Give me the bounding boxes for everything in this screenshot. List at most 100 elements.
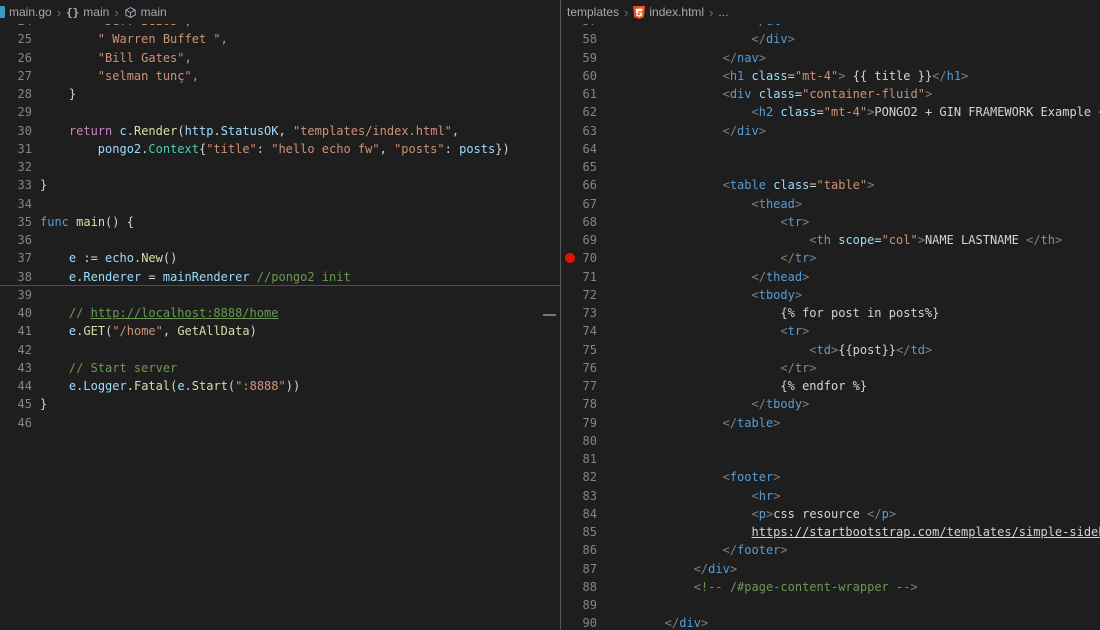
code-line-content[interactable]: // Start server (40, 359, 560, 377)
code-line-content[interactable]: <thead> (607, 195, 1100, 213)
code-line-content[interactable]: e.GET("/home", GetAllData) (40, 322, 560, 340)
line-number-gutter[interactable]: 41 (0, 322, 40, 340)
breadcrumb-item-collapsed[interactable]: ... (718, 5, 728, 19)
line-number-gutter[interactable]: 46 (0, 414, 40, 432)
code-line-content[interactable]: </div> (607, 560, 1100, 578)
code-line-content[interactable]: <tr> (607, 322, 1100, 340)
code-line-content[interactable]: // http://localhost:8888/home (40, 304, 560, 322)
code-line-content[interactable]: </div> (607, 30, 1100, 48)
code-line-content[interactable] (40, 158, 560, 176)
line-number-gutter[interactable]: 83 (561, 487, 607, 505)
line-number-gutter[interactable]: 78 (561, 395, 607, 413)
code-line-content[interactable]: <!-- /#page-content-wrapper --> (607, 578, 1100, 596)
code-line-content[interactable] (40, 231, 560, 249)
code-line-content[interactable]: <h2 class="mt-4">PONGO2 + GIN FRAMEWORK … (607, 103, 1100, 121)
line-number-gutter[interactable]: 84 (561, 505, 607, 523)
line-number-gutter[interactable]: 89 (561, 596, 607, 614)
line-number-gutter[interactable]: 71 (561, 268, 607, 286)
code-line-content[interactable]: } (40, 395, 560, 413)
code-line-content[interactable]: <p>css resource </p> (607, 505, 1100, 523)
code-line-content[interactable]: {% endfor %} (607, 377, 1100, 395)
line-number-gutter[interactable]: 88 (561, 578, 607, 596)
line-number-gutter[interactable]: 86 (561, 541, 607, 559)
code-line-content[interactable]: <h1 class="mt-4"> {{ title }}</h1> (607, 67, 1100, 85)
code-line-content[interactable]: } (40, 176, 560, 194)
line-number-gutter[interactable]: 90 (561, 614, 607, 630)
code-line-content[interactable]: <hr> (607, 487, 1100, 505)
breadcrumb-item-namespace[interactable]: {} main (66, 5, 109, 19)
breakpoint-icon[interactable] (565, 253, 575, 264)
code-line-content[interactable]: </nav> (607, 49, 1100, 67)
line-number-gutter[interactable]: 74 (561, 322, 607, 340)
code-line-content[interactable]: </table> (607, 414, 1100, 432)
code-line-content[interactable]: return c.Render(http.StatusOK, "template… (40, 122, 560, 140)
code-line-content[interactable]: "Bill Gates", (40, 49, 560, 67)
line-number-gutter[interactable]: 65 (561, 158, 607, 176)
code-line-content[interactable] (607, 158, 1100, 176)
code-editor-main-go[interactable]: 24 "Jeff Bezos",25 " Warren Buffet ",26 … (0, 12, 560, 432)
line-number-gutter[interactable]: 25 (0, 30, 40, 48)
code-line-content[interactable] (607, 596, 1100, 614)
line-number-gutter[interactable]: 43 (0, 359, 40, 377)
code-line-content[interactable]: <tbody> (607, 286, 1100, 304)
line-number-gutter[interactable]: 69 (561, 231, 607, 249)
code-line-content[interactable]: </div> (607, 614, 1100, 630)
line-number-gutter[interactable]: 72 (561, 286, 607, 304)
line-number-gutter[interactable]: 60 (561, 67, 607, 85)
code-line-content[interactable]: </footer> (607, 541, 1100, 559)
line-number-gutter[interactable]: 42 (0, 341, 40, 359)
code-line-content[interactable]: " Warren Buffet ", (40, 30, 560, 48)
line-number-gutter[interactable]: 77 (561, 377, 607, 395)
line-number-gutter[interactable]: 29 (0, 103, 40, 121)
code-line-content[interactable]: </div> (607, 122, 1100, 140)
code-line-content[interactable] (40, 341, 560, 359)
line-number-gutter[interactable]: 44 (0, 377, 40, 395)
line-number-gutter[interactable]: 58 (561, 30, 607, 48)
code-editor-index-html[interactable]: 57 </ul>58 </div>59 </nav>60 <h1 class="… (561, 12, 1100, 630)
breadcrumb-item-package[interactable]: main (124, 5, 167, 19)
code-line-content[interactable]: </tbody> (607, 395, 1100, 413)
line-number-gutter[interactable]: 79 (561, 414, 607, 432)
breadcrumb-item-file[interactable]: main.go (0, 5, 52, 19)
code-line-content[interactable]: e.Renderer = mainRenderer //pongo2 init (40, 268, 560, 286)
line-number-gutter[interactable]: 85 (561, 523, 607, 541)
line-number-gutter[interactable]: 38 (0, 268, 40, 286)
line-number-gutter[interactable]: 76 (561, 359, 607, 377)
line-number-gutter[interactable]: 73 (561, 304, 607, 322)
code-line-content[interactable] (40, 414, 560, 432)
line-number-gutter[interactable]: 68 (561, 213, 607, 231)
breadcrumb-item-file[interactable]: index.html (633, 5, 704, 19)
line-number-gutter[interactable]: 59 (561, 49, 607, 67)
line-number-gutter[interactable]: 87 (561, 560, 607, 578)
line-number-gutter[interactable]: 37 (0, 249, 40, 267)
line-number-gutter[interactable]: 39 (0, 286, 40, 304)
line-number-gutter[interactable]: 82 (561, 468, 607, 486)
code-line-content[interactable] (40, 286, 560, 304)
code-line-content[interactable]: https://startbootstrap.com/templates/sim… (607, 523, 1100, 541)
line-number-gutter[interactable]: 26 (0, 49, 40, 67)
line-number-gutter[interactable]: 32 (0, 158, 40, 176)
line-number-gutter[interactable]: 27 (0, 67, 40, 85)
line-number-gutter[interactable]: 61 (561, 85, 607, 103)
line-number-gutter[interactable]: 40 (0, 304, 40, 322)
code-line-content[interactable]: e := echo.New() (40, 249, 560, 267)
line-number-gutter[interactable]: 67 (561, 195, 607, 213)
code-line-content[interactable]: func main() { (40, 213, 560, 231)
code-line-content[interactable]: "selman tunç", (40, 67, 560, 85)
line-number-gutter[interactable]: 28 (0, 85, 40, 103)
line-number-gutter[interactable]: 35 (0, 213, 40, 231)
code-line-content[interactable]: {% for post in posts%} (607, 304, 1100, 322)
line-number-gutter[interactable]: 36 (0, 231, 40, 249)
line-number-gutter[interactable]: 30 (0, 122, 40, 140)
line-number-gutter[interactable]: 66 (561, 176, 607, 194)
code-line-content[interactable]: <td>{{post}}</td> (607, 341, 1100, 359)
code-line-content[interactable]: e.Logger.Fatal(e.Start(":8888")) (40, 377, 560, 395)
code-line-content[interactable] (607, 432, 1100, 450)
code-line-content[interactable]: <tr> (607, 213, 1100, 231)
code-line-content[interactable]: } (40, 85, 560, 103)
code-line-content[interactable]: <th scope="col">NAME LASTNAME </th> (607, 231, 1100, 249)
line-number-gutter[interactable]: 81 (561, 450, 607, 468)
code-line-content[interactable]: <table class="table"> (607, 176, 1100, 194)
line-number-gutter[interactable]: 62 (561, 103, 607, 121)
code-line-content[interactable]: </tr> (607, 359, 1100, 377)
